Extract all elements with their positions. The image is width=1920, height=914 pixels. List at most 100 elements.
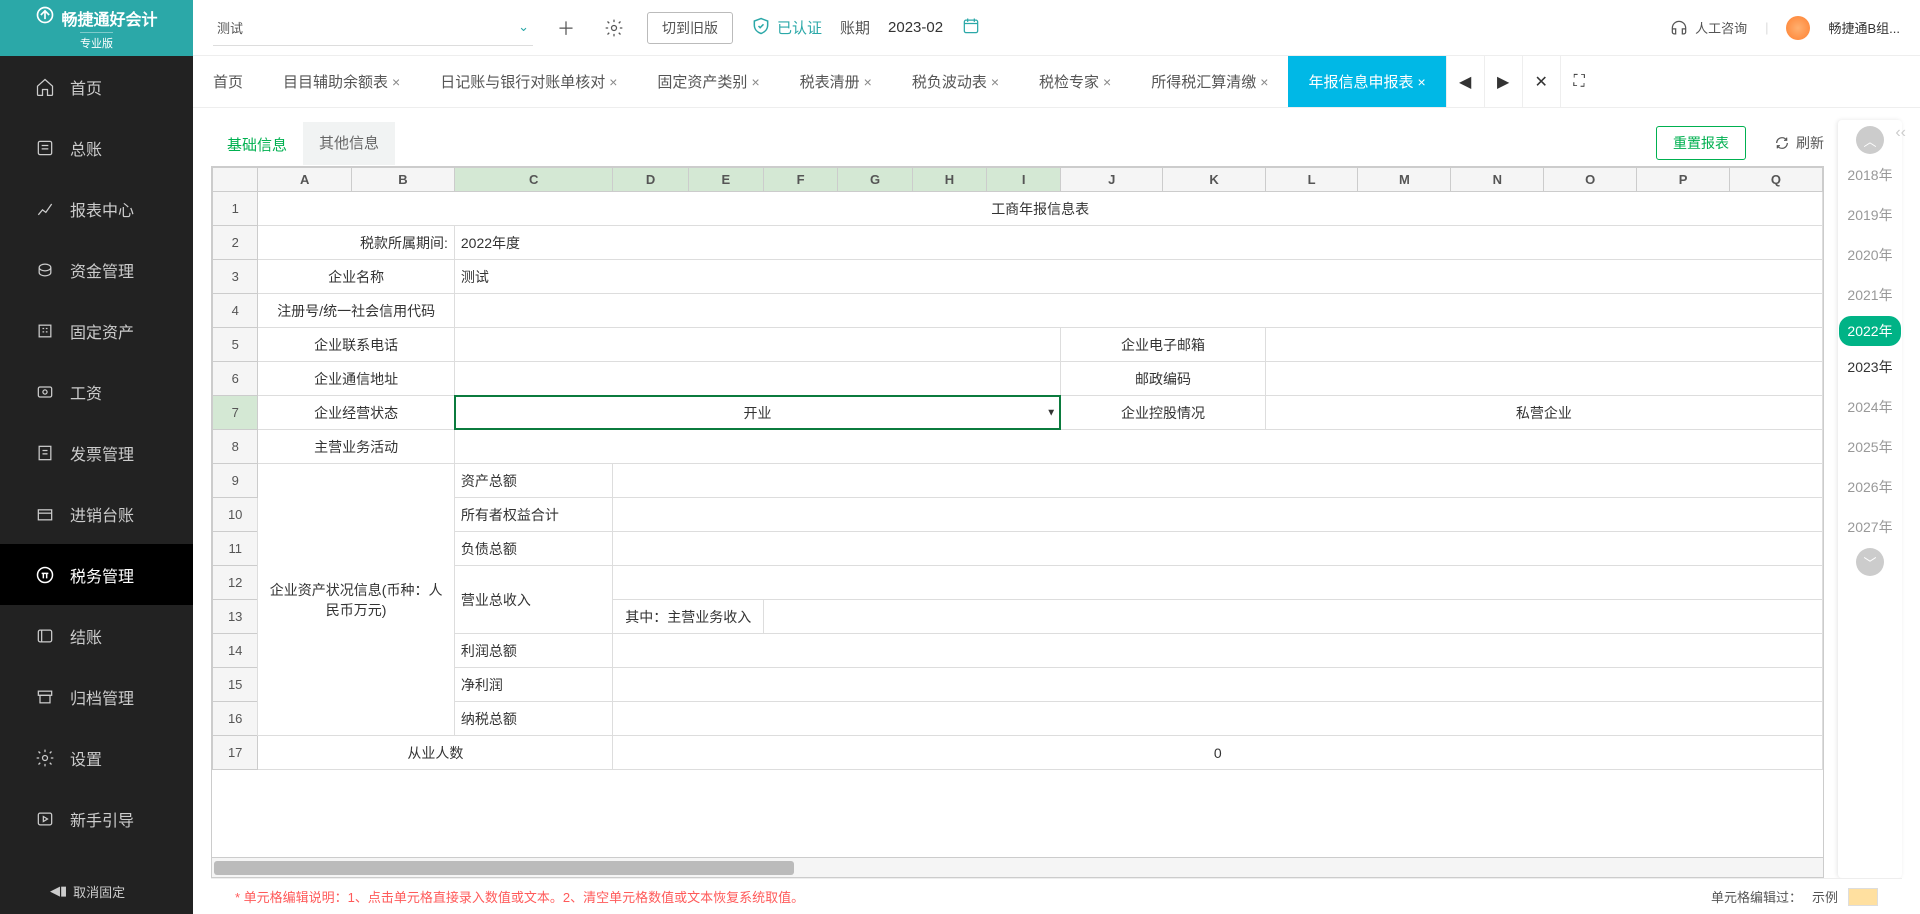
- year-scroll-down[interactable]: ﹀: [1856, 548, 1884, 576]
- row-header[interactable]: 11: [213, 532, 258, 566]
- cell-value[interactable]: [613, 464, 1823, 498]
- cell-value[interactable]: [454, 294, 1822, 328]
- switch-old-button[interactable]: 切到旧版: [647, 12, 733, 44]
- year-option[interactable]: 2021年: [1841, 276, 1898, 314]
- row-header[interactable]: 2: [213, 226, 258, 260]
- cell-value[interactable]: [763, 600, 1822, 634]
- row-header[interactable]: 1: [213, 192, 258, 226]
- row-header[interactable]: 12: [213, 566, 258, 600]
- tab-home[interactable]: 首页: [193, 56, 263, 107]
- sidebar-item-funds[interactable]: 资金管理: [0, 239, 193, 300]
- col-header[interactable]: D: [613, 168, 688, 192]
- year-option[interactable]: 2024年: [1841, 388, 1898, 426]
- horizontal-scrollbar[interactable]: [212, 857, 1823, 877]
- support-button[interactable]: 人工咨询: [1669, 18, 1747, 38]
- period-value[interactable]: 2023-02: [888, 19, 943, 36]
- cell-value[interactable]: 私营企业: [1265, 396, 1822, 430]
- row-header[interactable]: 4: [213, 294, 258, 328]
- refresh-button[interactable]: 刷新: [1774, 133, 1824, 153]
- row-header[interactable]: 6: [213, 362, 258, 396]
- cell-value[interactable]: [1265, 328, 1822, 362]
- row-header[interactable]: 16: [213, 702, 258, 736]
- close-icon[interactable]: ×: [864, 74, 872, 90]
- row-header[interactable]: 17: [213, 736, 258, 770]
- col-header[interactable]: H: [912, 168, 986, 192]
- col-header[interactable]: L: [1265, 168, 1358, 192]
- col-header[interactable]: P: [1637, 168, 1730, 192]
- cell-value[interactable]: [613, 498, 1823, 532]
- sidebar-item-salary[interactable]: 工资: [0, 361, 193, 422]
- tab-fullscreen[interactable]: ⛶: [1560, 56, 1598, 107]
- sidebar-item-tax[interactable]: 税务管理: [0, 544, 193, 605]
- add-button[interactable]: ＋: [551, 13, 581, 43]
- tab-income-tax[interactable]: 所得税汇算清缴×: [1131, 56, 1288, 107]
- col-header[interactable]: B: [352, 168, 455, 192]
- sidebar-item-assets[interactable]: 固定资产: [0, 300, 193, 361]
- cell-value[interactable]: [613, 566, 1823, 600]
- year-option[interactable]: 2018年: [1841, 156, 1898, 194]
- year-option[interactable]: 2020年: [1841, 236, 1898, 274]
- cell-value[interactable]: [1265, 362, 1822, 396]
- col-header[interactable]: E: [688, 168, 763, 192]
- calendar-icon[interactable]: [961, 16, 981, 39]
- row-header[interactable]: 5: [213, 328, 258, 362]
- username[interactable]: 畅捷通B组...: [1828, 18, 1900, 37]
- sidebar-item-archive[interactable]: 归档管理: [0, 666, 193, 727]
- cell-value[interactable]: [454, 328, 1060, 362]
- tab-scroll-left[interactable]: ◀: [1446, 56, 1484, 107]
- pin-toggle[interactable]: ◀▮取消固定: [0, 876, 193, 906]
- subtab-other[interactable]: 其他信息: [303, 122, 395, 165]
- collapse-icon[interactable]: ‹‹: [1895, 124, 1906, 142]
- col-header[interactable]: M: [1358, 168, 1451, 192]
- cell-value[interactable]: 2022年度: [454, 226, 1822, 260]
- close-icon[interactable]: ×: [1103, 74, 1111, 90]
- col-header[interactable]: J: [1061, 168, 1163, 192]
- cell-value[interactable]: 测试: [454, 260, 1822, 294]
- col-header[interactable]: Q: [1729, 168, 1822, 192]
- year-option[interactable]: 2019年: [1841, 196, 1898, 234]
- cell-value[interactable]: [613, 532, 1823, 566]
- tab-scroll-right[interactable]: ▶: [1484, 56, 1522, 107]
- tab-asset-cat[interactable]: 固定资产类别×: [637, 56, 779, 107]
- sidebar-item-home[interactable]: 首页: [0, 56, 193, 117]
- year-option[interactable]: 2023年: [1841, 348, 1898, 386]
- reset-button[interactable]: 重置报表: [1656, 126, 1746, 160]
- year-scroll-up[interactable]: ︿: [1856, 126, 1884, 154]
- close-icon[interactable]: ×: [751, 74, 759, 90]
- year-option[interactable]: 2022年: [1839, 316, 1900, 346]
- account-select[interactable]: 测试 ⌄: [213, 10, 533, 46]
- tab-annual-report[interactable]: 年报信息申报表×: [1288, 56, 1445, 107]
- col-header[interactable]: G: [838, 168, 913, 192]
- sidebar-item-invoice[interactable]: 发票管理: [0, 422, 193, 483]
- tab-balance[interactable]: 目目辅助余额表×: [263, 56, 420, 107]
- cell-value[interactable]: [613, 668, 1823, 702]
- close-icon[interactable]: ×: [609, 74, 617, 90]
- col-header[interactable]: N: [1451, 168, 1544, 192]
- scrollbar-thumb[interactable]: [214, 861, 794, 875]
- selected-cell[interactable]: 开业▼: [454, 396, 1060, 430]
- cell-value[interactable]: [613, 702, 1823, 736]
- subtab-basic[interactable]: 基础信息: [211, 122, 303, 165]
- avatar[interactable]: [1786, 16, 1810, 40]
- row-header[interactable]: 15: [213, 668, 258, 702]
- year-option[interactable]: 2025年: [1841, 428, 1898, 466]
- row-header[interactable]: 13: [213, 600, 258, 634]
- cell-value[interactable]: [454, 362, 1060, 396]
- sidebar-item-close[interactable]: 结账: [0, 605, 193, 666]
- row-header[interactable]: 9: [213, 464, 258, 498]
- sidebar-item-ledger[interactable]: 总账: [0, 117, 193, 178]
- year-option[interactable]: 2026年: [1841, 468, 1898, 506]
- dropdown-icon[interactable]: ▼: [1046, 407, 1056, 418]
- close-icon[interactable]: ×: [1417, 74, 1425, 90]
- col-header[interactable]: C: [454, 168, 613, 192]
- tab-close-all[interactable]: ✕: [1522, 56, 1560, 107]
- col-header[interactable]: O: [1544, 168, 1637, 192]
- tab-tax-list[interactable]: 税表清册×: [780, 56, 892, 107]
- col-header[interactable]: K: [1163, 168, 1265, 192]
- sidebar-item-reports[interactable]: 报表中心: [0, 178, 193, 239]
- tab-tax-fluc[interactable]: 税负波动表×: [892, 56, 1019, 107]
- row-header[interactable]: 3: [213, 260, 258, 294]
- cell-value[interactable]: [613, 634, 1823, 668]
- close-icon[interactable]: ×: [392, 74, 400, 90]
- corner-cell[interactable]: [213, 168, 258, 192]
